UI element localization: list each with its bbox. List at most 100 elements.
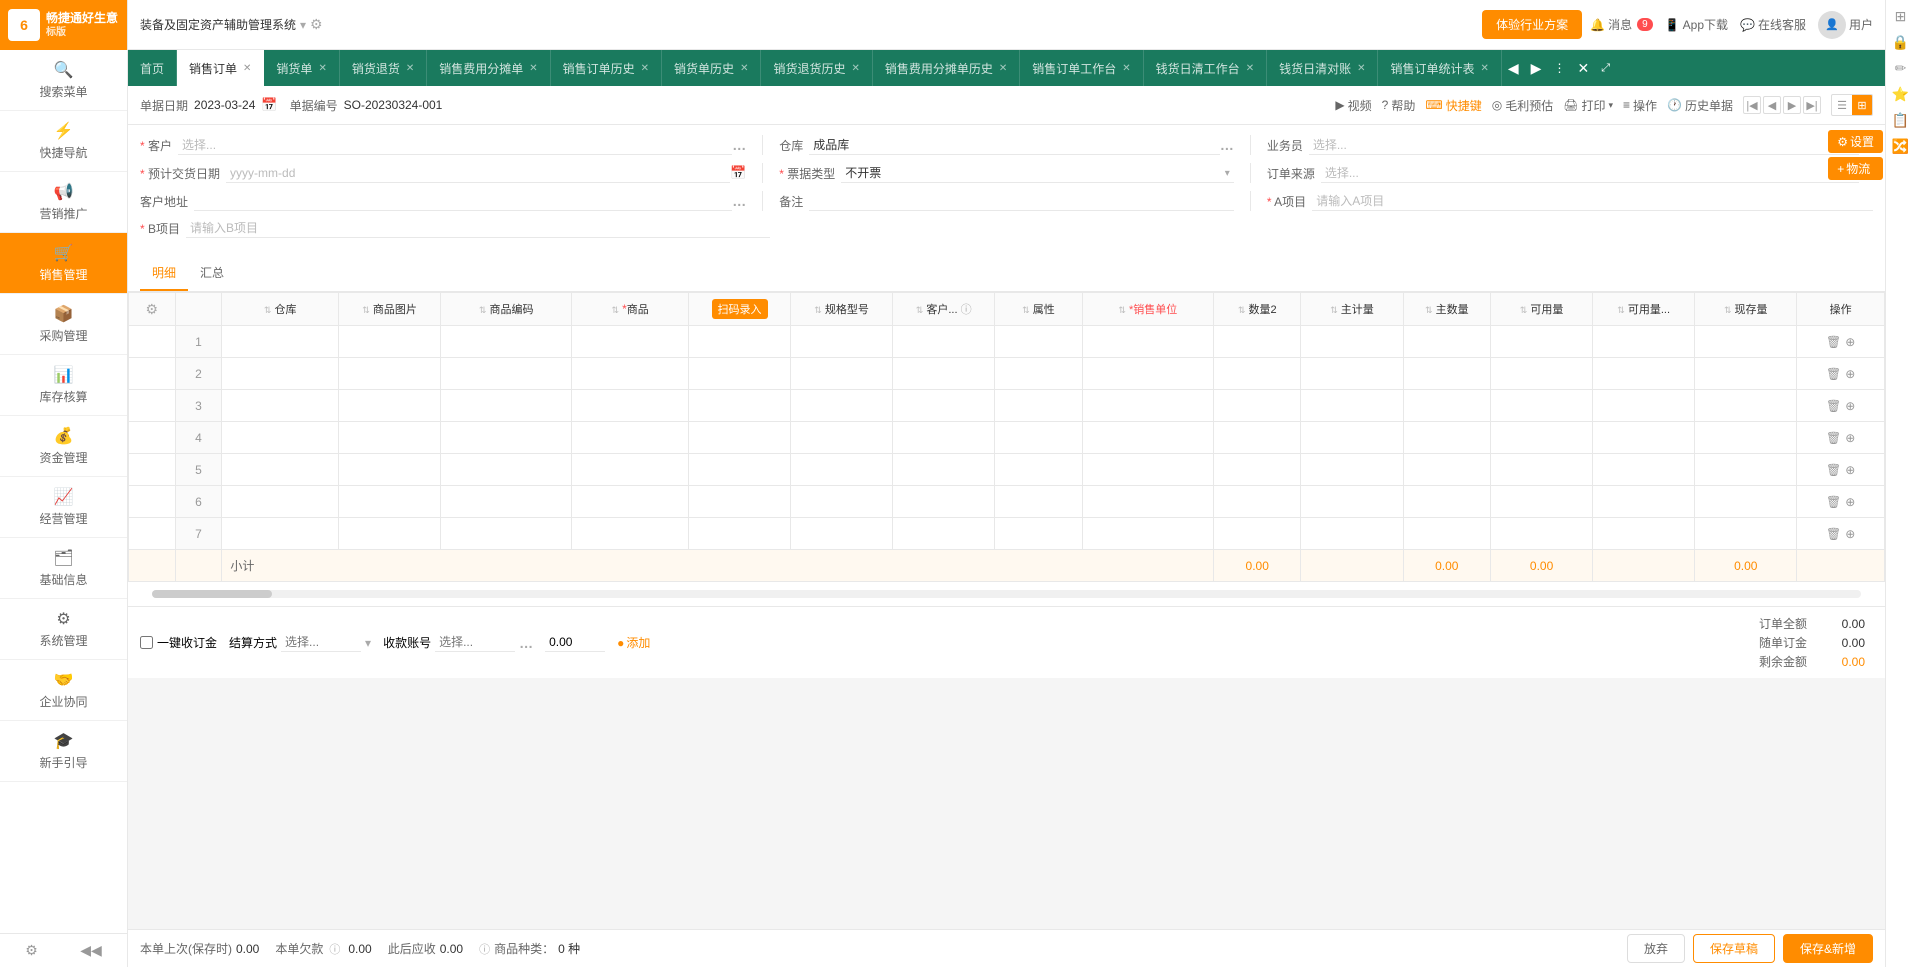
save-draft-button[interactable]: 保存草稿 (1693, 934, 1775, 963)
tab-home[interactable]: 首页 (128, 50, 177, 86)
tab-sales-workbench-close[interactable]: ✕ (1122, 63, 1130, 74)
col-custcode-sort-icon[interactable]: ⇅ (916, 305, 924, 315)
rp-star-icon[interactable]: ⭐ (1889, 82, 1913, 106)
tab-nav-next[interactable]: ▶ (1525, 50, 1548, 86)
row-5-code[interactable] (441, 454, 572, 486)
row-1-unit[interactable] (1082, 326, 1213, 358)
row-5-custcode[interactable] (893, 454, 995, 486)
sidebar-collapse-icon[interactable]: ◀◀ (80, 942, 102, 959)
tab-fee-history-close[interactable]: ✕ (999, 63, 1007, 74)
row-5-mainqty[interactable] (1403, 454, 1491, 486)
col-img-sort-icon[interactable]: ⇅ (362, 305, 370, 315)
scrollbar-thumb[interactable] (152, 590, 272, 598)
rp-grid-icon[interactable]: ⊞ (1889, 4, 1913, 28)
row-5-unit[interactable] (1082, 454, 1213, 486)
history-button[interactable]: 🕐 历史单据 (1667, 97, 1733, 114)
tab-daily-reconcile-close[interactable]: ✕ (1357, 63, 1365, 74)
row-1-copy[interactable]: ⊕ (1845, 335, 1855, 349)
nav-last-button[interactable]: ▶| (1803, 96, 1821, 114)
sidebar-item-purchase[interactable]: 📦 采购管理 (0, 294, 127, 355)
row-4-spec[interactable] (791, 422, 893, 454)
b-project-input[interactable] (186, 219, 770, 238)
profit-button[interactable]: ◎ 毛利预估 (1492, 97, 1554, 114)
row-6-warehouse[interactable] (222, 486, 339, 518)
tab-fee-history[interactable]: 销售费用分摊单历史 ✕ (873, 50, 1020, 86)
invoice-type-select[interactable]: 不开票 (841, 164, 1234, 183)
row-2-mainqty[interactable] (1403, 358, 1491, 390)
settle-method-input[interactable] (281, 633, 361, 652)
note-input[interactable] (809, 192, 1234, 211)
notifications-button[interactable]: 🔔 消息 9 (1590, 16, 1653, 33)
rp-swap-icon[interactable]: 🔀 (1889, 134, 1913, 158)
help-button[interactable]: ? 帮助 (1382, 97, 1416, 114)
row-2-custcode[interactable] (893, 358, 995, 390)
settings-button[interactable]: ⚙ 设置 (1828, 130, 1883, 153)
col-avail2-sort-icon[interactable]: ⇅ (1617, 305, 1625, 315)
row-4-unit[interactable] (1082, 422, 1213, 454)
tab-return-history[interactable]: 销货退货历史 ✕ (761, 50, 872, 86)
row-2-product[interactable] (572, 358, 689, 390)
row-1-custcode[interactable] (893, 326, 995, 358)
row-3-attr[interactable] (995, 390, 1083, 422)
rp-lock-icon[interactable]: 🔒 (1889, 30, 1913, 54)
dropdown-arrow-icon[interactable]: ▾ (300, 18, 306, 32)
col-avail-sort-icon[interactable]: ⇅ (1520, 305, 1528, 315)
row-2-copy[interactable]: ⊕ (1845, 367, 1855, 381)
col-code-sort-icon[interactable]: ⇅ (479, 305, 487, 315)
row-3-product[interactable] (572, 390, 689, 422)
row-2-unit[interactable] (1082, 358, 1213, 390)
tab-sales-order[interactable]: 销售订单 ✕ (177, 50, 264, 86)
row-6-product[interactable] (572, 486, 689, 518)
row-1-code[interactable] (441, 326, 572, 358)
nav-first-button[interactable]: |◀ (1743, 96, 1761, 114)
tab-sales-invoice[interactable]: 销货单 ✕ (264, 50, 339, 86)
view-video-button[interactable]: ▶ 视频 (1335, 97, 1371, 114)
row-3-copy[interactable]: ⊕ (1845, 399, 1855, 413)
tab-sales-workbench[interactable]: 销售订单工作台 ✕ (1020, 50, 1143, 86)
col-mainunit-sort-icon[interactable]: ⇅ (1330, 305, 1338, 315)
tab-sales-order-history-close[interactable]: ✕ (641, 63, 649, 74)
row-4-custcode[interactable] (893, 422, 995, 454)
tab-daily-clear-close[interactable]: ✕ (1246, 63, 1254, 74)
row-5-spec[interactable] (791, 454, 893, 486)
tab-nav-prev[interactable]: ◀ (1502, 50, 1525, 86)
warehouse-input[interactable] (809, 136, 1220, 155)
col-config-icon[interactable]: ⚙ (146, 301, 159, 317)
salesperson-input[interactable] (1309, 136, 1859, 155)
scan-button[interactable]: 扫码录入 (712, 299, 768, 319)
sidebar-item-guide[interactable]: 🎓 新手引导 (0, 721, 127, 782)
row-4-mainqty[interactable] (1403, 422, 1491, 454)
tab-expand[interactable]: ⤢ (1595, 50, 1616, 86)
row-5-qty2[interactable] (1213, 454, 1301, 486)
tab-sales-return-close[interactable]: ✕ (406, 63, 414, 74)
row-1-mainqty[interactable] (1403, 326, 1491, 358)
row-2-code[interactable] (441, 358, 572, 390)
customer-input[interactable] (178, 136, 732, 155)
tab-daily-clear[interactable]: 钱货日清工作台 ✕ (1144, 50, 1267, 86)
product-types-icon[interactable]: ⓘ (479, 941, 490, 957)
nav-prev-button[interactable]: ◀ (1763, 96, 1781, 114)
row-1-qty2[interactable] (1213, 326, 1301, 358)
delivery-calendar-icon[interactable]: 📅 (730, 165, 746, 181)
row-6-attr[interactable] (995, 486, 1083, 518)
customer-dots-icon[interactable]: … (732, 137, 746, 153)
tab-close-all[interactable]: ✕ (1571, 50, 1595, 86)
row-4-attr[interactable] (995, 422, 1083, 454)
operate-button[interactable]: ≡ 操作 (1623, 97, 1657, 114)
sidebar-item-marketing[interactable]: 📢 营销推广 (0, 172, 127, 233)
col-mainqty-sort-icon[interactable]: ⇅ (1425, 305, 1433, 315)
row-4-qty2[interactable] (1213, 422, 1301, 454)
row-6-qty2[interactable] (1213, 486, 1301, 518)
user-avatar[interactable]: 👤 用户 (1818, 11, 1873, 39)
row-4-code[interactable] (441, 422, 572, 454)
sidebar-item-inventory[interactable]: 📊 库存核算 (0, 355, 127, 416)
quick-settle-checkbox[interactable] (140, 636, 153, 649)
row-2-delete[interactable]: 🗑 (1826, 367, 1841, 381)
row-5-copy[interactable]: ⊕ (1845, 463, 1855, 477)
nav-next-button[interactable]: ▶ (1783, 96, 1801, 114)
add-button[interactable]: ● 添加 (617, 634, 650, 651)
row-3-code[interactable] (441, 390, 572, 422)
row-4-product[interactable] (572, 422, 689, 454)
row-6-custcode[interactable] (893, 486, 995, 518)
col-warehouse-sort-icon[interactable]: ⇅ (264, 305, 272, 315)
